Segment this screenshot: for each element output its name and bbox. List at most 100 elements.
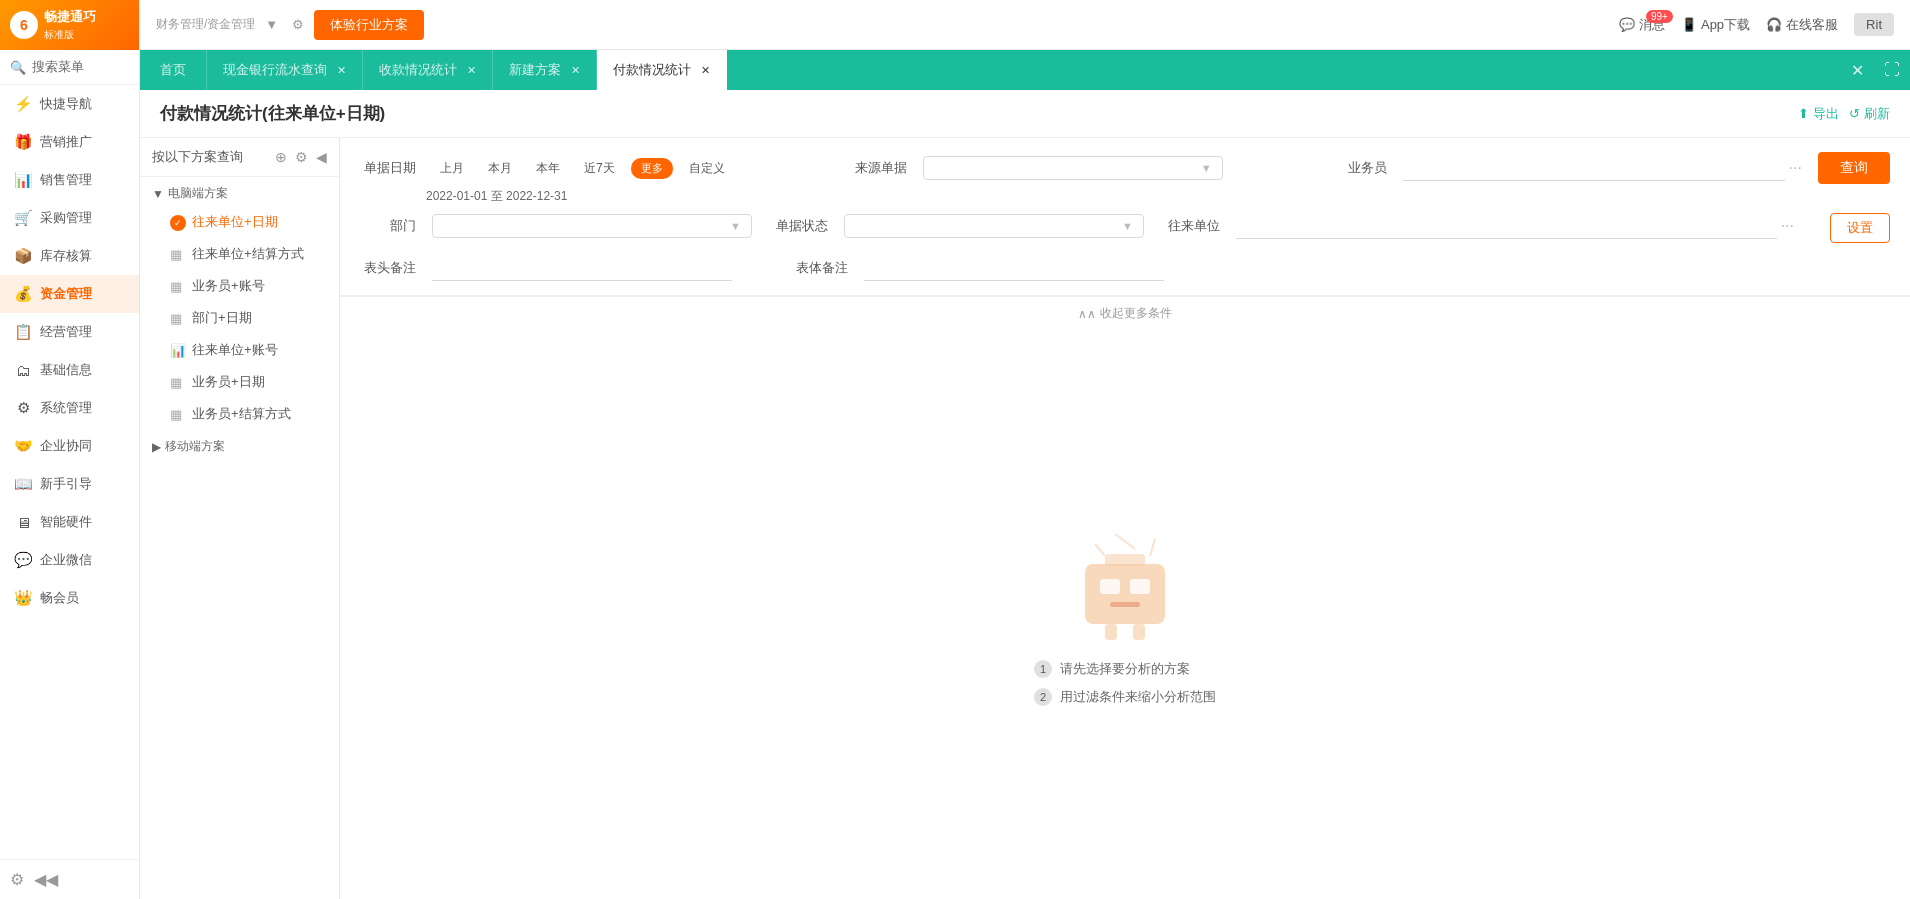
source-select[interactable]: ▼: [923, 156, 1223, 180]
tab-home-label: 首页: [160, 61, 186, 79]
settings-gear-icon[interactable]: ⚙: [10, 870, 24, 889]
close-all-tabs-icon[interactable]: ✕: [1841, 50, 1874, 90]
scheme-group-mobile-arrow: ▶: [152, 440, 161, 454]
query-button[interactable]: 查询: [1818, 152, 1890, 184]
date-btn-last-month[interactable]: 上月: [432, 156, 472, 181]
user-menu[interactable]: Rit: [1854, 13, 1894, 36]
tab-cash-flow-close[interactable]: ✕: [337, 64, 346, 77]
note-body-input[interactable]: [864, 255, 1164, 281]
app-download-button[interactable]: 📱 App下载: [1681, 16, 1750, 34]
hardware-icon: 🖥: [14, 514, 32, 531]
sidebar-search[interactable]: 🔍 搜索菜单: [0, 50, 139, 85]
export-button[interactable]: ⬆ 导出: [1798, 105, 1839, 123]
tab-receipt-stats-label: 收款情况统计: [379, 61, 457, 79]
staff-dots-icon[interactable]: ···: [1789, 159, 1802, 177]
breadcrumb: 财务管理/资金管理: [156, 16, 255, 33]
date-btn-this-year[interactable]: 本年: [528, 156, 568, 181]
refresh-label: 刷新: [1864, 105, 1890, 123]
sidebar-item-marketing[interactable]: 🎁 营销推广: [0, 123, 139, 161]
scheme-group-desktop-title[interactable]: ▼ 电脑端方案: [140, 177, 339, 206]
scheme-item-staff-date[interactable]: ▦ 业务员+日期: [140, 366, 339, 398]
message-icon: 💬: [1619, 17, 1635, 32]
user-label: Rit: [1866, 17, 1882, 32]
tab-cash-flow[interactable]: 现金银行流水查询 ✕: [207, 50, 363, 90]
scheme-item-staff-date-label: 业务员+日期: [192, 373, 265, 391]
date-btn-more[interactable]: 更多: [631, 158, 673, 179]
sidebar-footer: ⚙ ◀◀: [0, 859, 139, 899]
sidebar-item-purchase[interactable]: 🛒 采购管理: [0, 199, 139, 237]
tab-new-scheme-close[interactable]: ✕: [571, 64, 580, 77]
trial-button[interactable]: 体验行业方案: [314, 10, 424, 40]
staff-input[interactable]: [1403, 155, 1784, 181]
partner-dots-icon[interactable]: ···: [1781, 217, 1794, 235]
doc-status-select[interactable]: ▼: [844, 214, 1144, 238]
date-btn-7days[interactable]: 近7天: [576, 156, 623, 181]
tab-home[interactable]: 首页: [140, 50, 207, 90]
svg-rect-8: [1105, 624, 1117, 640]
scheme-item-staff-account[interactable]: ▦ 业务员+账号: [140, 270, 339, 302]
sidebar-item-operation[interactable]: 📋 经营管理: [0, 313, 139, 351]
date-label: 单据日期: [360, 159, 416, 177]
partner-input[interactable]: [1236, 213, 1777, 239]
sidebar-item-inventory[interactable]: 📦 库存核算: [0, 237, 139, 275]
dept-select[interactable]: ▼: [432, 214, 752, 238]
operation-icon: 📋: [14, 323, 32, 341]
date-range-row: 2022-01-01 至 2022-12-31: [360, 188, 1890, 205]
sidebar-item-member[interactable]: 👑 畅会员: [0, 579, 139, 617]
sidebar-item-finance[interactable]: 💰 资金管理: [0, 275, 139, 313]
tab-cash-flow-label: 现金银行流水查询: [223, 61, 327, 79]
topbar-settings-icon[interactable]: ⚙: [292, 17, 304, 32]
note-head-input[interactable]: [432, 255, 732, 281]
tab-payment-stats[interactable]: 付款情况统计 ✕: [597, 50, 727, 90]
service-label: 在线客服: [1786, 16, 1838, 34]
tab-new-scheme[interactable]: 新建方案 ✕: [493, 50, 597, 90]
sidebar-item-sales[interactable]: 📊 销售管理: [0, 161, 139, 199]
logo-name: 畅捷通巧: [44, 8, 96, 26]
collapse-more-conditions[interactable]: ∧∧ 收起更多条件: [340, 296, 1910, 330]
tab-receipt-stats-close[interactable]: ✕: [467, 64, 476, 77]
scheme-table-icon-4: ▦: [170, 375, 186, 390]
date-btn-custom[interactable]: 自定义: [681, 156, 733, 181]
svg-rect-3: [1110, 602, 1140, 607]
date-btn-this-month[interactable]: 本月: [480, 156, 520, 181]
sidebar: 6 畅捷通巧 标准版 🔍 搜索菜单 ⚡ 快捷导航 🎁 营销推广 📊 销售管理 🛒…: [0, 0, 140, 899]
online-service-button[interactable]: 🎧 在线客服: [1766, 16, 1838, 34]
tab-payment-stats-label: 付款情况统计: [613, 61, 691, 79]
page-content: 付款情况统计(往来单位+日期) ⬆ 导出 ↺ 刷新 按以下方案查询: [140, 90, 1910, 899]
tab-payment-stats-close[interactable]: ✕: [701, 64, 710, 77]
svg-rect-9: [1133, 624, 1145, 640]
fullscreen-icon[interactable]: ⛶: [1874, 50, 1910, 90]
scheme-group-mobile: ▶ 移动端方案: [140, 430, 339, 459]
svg-rect-0: [1085, 564, 1165, 624]
scheme-item-unit-account[interactable]: 📊 往来单位+账号: [140, 334, 339, 366]
filter-row-3: 表头备注 表体备注: [360, 255, 1890, 281]
sidebar-item-hardware[interactable]: 🖥 智能硬件: [0, 503, 139, 541]
scheme-item-unit-date[interactable]: ✓ 往来单位+日期: [140, 206, 339, 238]
source-label: 来源单据: [847, 159, 907, 177]
scheme-item-dept-date[interactable]: ▦ 部门+日期: [140, 302, 339, 334]
scheme-item-staff-settlement[interactable]: ▦ 业务员+结算方式: [140, 398, 339, 430]
sidebar-item-guide[interactable]: 📖 新手引导: [0, 465, 139, 503]
scheme-group-desktop-label: 电脑端方案: [168, 185, 228, 202]
scheme-collapse-icon[interactable]: ◀: [316, 149, 327, 165]
main-content: 财务管理/资金管理 ▼ ⚙ 体验行业方案 💬 消息 99+ 📱 App下载 🎧 …: [140, 0, 1910, 899]
note-body-label: 表体备注: [788, 259, 848, 277]
collapse-sidebar-icon[interactable]: ◀◀: [34, 870, 58, 889]
sidebar-item-system[interactable]: ⚙ 系统管理: [0, 389, 139, 427]
tab-receipt-stats[interactable]: 收款情况统计 ✕: [363, 50, 493, 90]
sidebar-item-quick-nav[interactable]: ⚡ 快捷导航: [0, 85, 139, 123]
scheme-item-unit-settlement[interactable]: ▦ 往来单位+结算方式: [140, 238, 339, 270]
scheme-group-mobile-title[interactable]: ▶ 移动端方案: [140, 430, 339, 459]
scheme-settings-icon[interactable]: ⚙: [295, 149, 308, 165]
sidebar-item-wechat[interactable]: 💬 企业微信: [0, 541, 139, 579]
sidebar-item-enterprise[interactable]: 🤝 企业协同: [0, 427, 139, 465]
sidebar-label-system: 系统管理: [40, 399, 92, 417]
tab-new-scheme-label: 新建方案: [509, 61, 561, 79]
refresh-button[interactable]: ↺ 刷新: [1849, 105, 1890, 123]
collapse-arrow-icon: ∧∧: [1078, 307, 1096, 321]
messages-button[interactable]: 💬 消息 99+: [1619, 16, 1665, 34]
settings-button[interactable]: 设置: [1830, 213, 1890, 243]
logo-badge: 标准版: [44, 28, 96, 42]
sidebar-item-basic-info[interactable]: 🗂 基础信息: [0, 351, 139, 389]
scheme-add-icon[interactable]: ⊕: [275, 149, 287, 165]
